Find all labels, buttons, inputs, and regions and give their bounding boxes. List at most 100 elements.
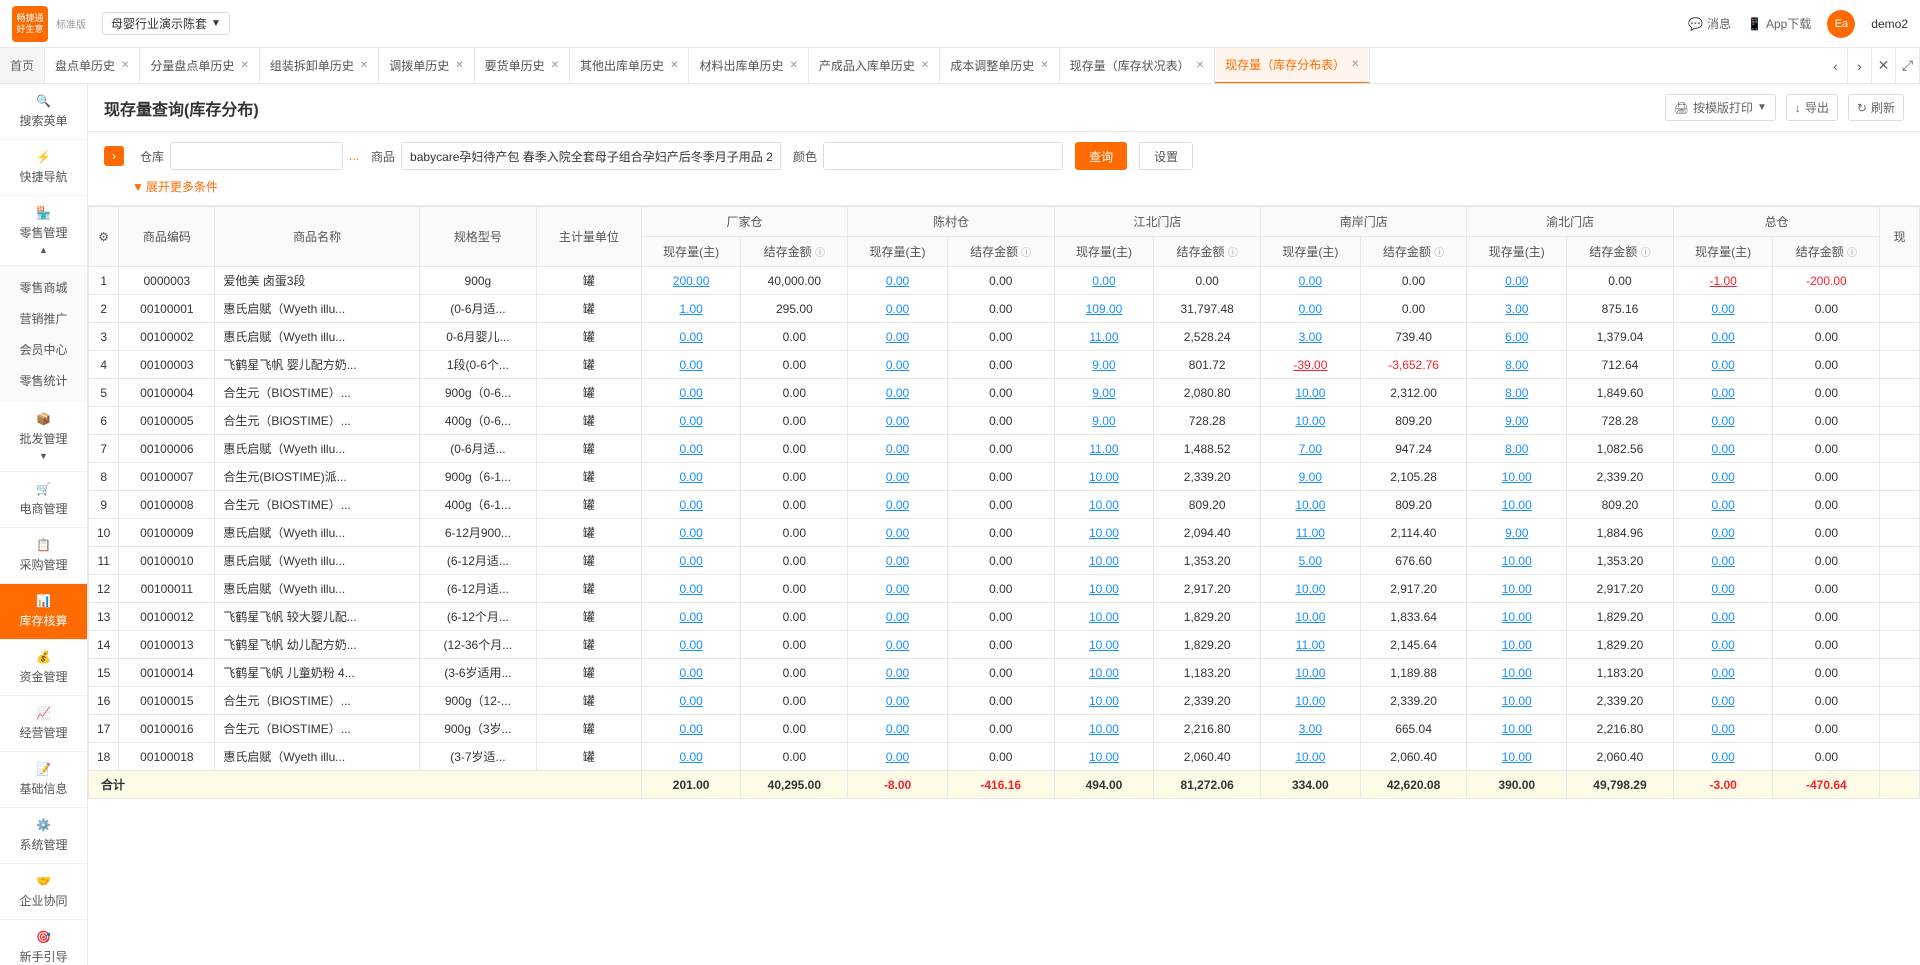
cell-yb-qty[interactable]: 10.00 xyxy=(1467,603,1567,631)
cell-jb-qty[interactable]: 10.00 xyxy=(1054,603,1154,631)
cell-tot-qty[interactable]: 0.00 xyxy=(1673,687,1773,715)
tab-cailiao-chuku[interactable]: 材料出库单历史 ✕ xyxy=(689,48,808,84)
cell-tot-qty[interactable]: 0.00 xyxy=(1673,351,1773,379)
cell-na-qty[interactable]: 5.00 xyxy=(1261,547,1361,575)
cell-jb-qty[interactable]: 11.00 xyxy=(1054,435,1154,463)
cell-jb-qty[interactable]: 11.00 xyxy=(1054,323,1154,351)
cell-yb-qty[interactable]: 10.00 xyxy=(1467,631,1567,659)
cell-tot-qty[interactable]: 0.00 xyxy=(1673,491,1773,519)
cell-yb-qty[interactable]: 8.00 xyxy=(1467,435,1567,463)
cell-yb-qty[interactable]: 10.00 xyxy=(1467,687,1567,715)
cell-cl-qty[interactable]: 0.00 xyxy=(848,687,948,715)
cell-f-qty[interactable]: 0.00 xyxy=(641,323,741,351)
cell-jb-qty[interactable]: 10.00 xyxy=(1054,547,1154,575)
cell-jb-qty[interactable]: 9.00 xyxy=(1054,351,1154,379)
tab-expand-btn[interactable]: ⤢ xyxy=(1896,48,1920,84)
goods-input[interactable] xyxy=(401,142,781,170)
tab-zuze[interactable]: 组装拆卸单历史 ✕ xyxy=(260,48,379,84)
tab-home[interactable]: 首页 xyxy=(0,48,45,84)
tab-prev-btn[interactable]: ‹ xyxy=(1824,48,1848,84)
sidebar-item-retail-stat[interactable]: 零售统计 xyxy=(0,365,87,396)
cell-cl-qty[interactable]: 0.00 xyxy=(848,743,948,771)
cell-tot-qty[interactable]: 0.00 xyxy=(1673,659,1773,687)
app-download-btn[interactable]: 📱 App下载 xyxy=(1747,15,1811,32)
cell-jb-qty[interactable]: 10.00 xyxy=(1054,463,1154,491)
cell-yb-qty[interactable]: 10.00 xyxy=(1467,575,1567,603)
tab-diaobo-close[interactable]: ✕ xyxy=(455,60,463,71)
cell-jb-qty[interactable]: 9.00 xyxy=(1054,407,1154,435)
tab-diaobo[interactable]: 调拨单历史 ✕ xyxy=(379,48,474,84)
tab-chengben-close[interactable]: ✕ xyxy=(1040,60,1048,71)
cell-jb-qty[interactable]: 10.00 xyxy=(1054,687,1154,715)
cell-f-qty[interactable]: 0.00 xyxy=(641,547,741,575)
expand-arrow-btn[interactable]: › xyxy=(104,146,124,166)
cell-cl-qty[interactable]: 0.00 xyxy=(848,435,948,463)
cell-na-qty[interactable]: 9.00 xyxy=(1261,463,1361,491)
color-input[interactable] xyxy=(823,142,1063,170)
cell-f-qty[interactable]: 0.00 xyxy=(641,519,741,547)
cell-tot-qty[interactable]: 0.00 xyxy=(1673,295,1773,323)
sidebar-item-system[interactable]: ⚙️ 系统管理 xyxy=(0,808,87,864)
cell-yb-qty[interactable]: 10.00 xyxy=(1467,491,1567,519)
cell-f-qty[interactable]: 0.00 xyxy=(641,687,741,715)
cell-cl-qty[interactable]: 0.00 xyxy=(848,491,948,519)
cell-na-qty[interactable]: 10.00 xyxy=(1261,743,1361,771)
cell-tot-qty[interactable]: 0.00 xyxy=(1673,407,1773,435)
cell-tot-qty[interactable]: 0.00 xyxy=(1673,715,1773,743)
search-button[interactable]: 查询 xyxy=(1075,142,1127,170)
cell-na-qty[interactable]: 10.00 xyxy=(1261,687,1361,715)
tab-pandian-close[interactable]: ✕ xyxy=(121,60,129,71)
cell-na-qty[interactable]: 10.00 xyxy=(1261,491,1361,519)
tab-xiancun-fen[interactable]: 现存量（库存分布表） ✕ xyxy=(1215,48,1370,84)
sidebar-item-operation[interactable]: 📈 经营管理 xyxy=(0,696,87,752)
cell-tot-qty[interactable]: 0.00 xyxy=(1673,575,1773,603)
cell-na-qty[interactable]: 3.00 xyxy=(1261,323,1361,351)
sidebar-item-guide[interactable]: 🎯 新手引导 xyxy=(0,920,87,965)
cell-na-qty[interactable]: 10.00 xyxy=(1261,575,1361,603)
cell-cl-qty[interactable]: 0.00 xyxy=(848,407,948,435)
cell-yb-qty[interactable]: 10.00 xyxy=(1467,547,1567,575)
tab-next-btn[interactable]: › xyxy=(1848,48,1872,84)
warehouse-dots-btn[interactable]: ... xyxy=(349,149,359,163)
sidebar-item-wholesale[interactable]: 📦 批发管理 ▼ xyxy=(0,402,87,472)
cell-jb-qty[interactable]: 10.00 xyxy=(1054,743,1154,771)
cell-na-qty[interactable]: 10.00 xyxy=(1261,379,1361,407)
tab-fen-pandian[interactable]: 分量盘点单历史 ✕ xyxy=(140,48,259,84)
cell-tot-qty[interactable]: 0.00 xyxy=(1673,547,1773,575)
tab-xiancun-fen-close[interactable]: ✕ xyxy=(1351,59,1359,70)
cell-tot-qty[interactable]: -1.00 xyxy=(1673,267,1773,295)
cell-cl-qty[interactable]: 0.00 xyxy=(848,295,948,323)
cell-na-qty[interactable]: 3.00 xyxy=(1261,715,1361,743)
sidebar-item-member[interactable]: 会员中心 xyxy=(0,334,87,365)
sidebar-item-finance[interactable]: 💰 资金管理 xyxy=(0,640,87,696)
cell-na-qty[interactable]: 7.00 xyxy=(1261,435,1361,463)
cell-na-qty[interactable]: 10.00 xyxy=(1261,659,1361,687)
cell-na-qty[interactable]: 0.00 xyxy=(1261,267,1361,295)
cell-yb-qty[interactable]: 10.00 xyxy=(1467,715,1567,743)
cell-f-qty[interactable]: 0.00 xyxy=(641,603,741,631)
cell-cl-qty[interactable]: 0.00 xyxy=(848,715,948,743)
tab-yaohuo[interactable]: 要货单历史 ✕ xyxy=(475,48,570,84)
cell-f-qty[interactable]: 0.00 xyxy=(641,715,741,743)
sidebar-item-retail[interactable]: 🏪 零售管理 ▲ xyxy=(0,196,87,266)
cell-na-qty[interactable]: 11.00 xyxy=(1261,631,1361,659)
cell-cl-qty[interactable]: 0.00 xyxy=(848,547,948,575)
cell-tot-qty[interactable]: 0.00 xyxy=(1673,435,1773,463)
user-avatar[interactable]: Ea xyxy=(1827,10,1855,38)
sidebar-item-quicknav[interactable]: ⚡ 快捷导航 xyxy=(0,140,87,196)
cell-f-qty[interactable]: 200.00 xyxy=(641,267,741,295)
sidebar-item-basic[interactable]: 📝 基础信息 xyxy=(0,752,87,808)
tab-qita-chuku[interactable]: 其他出库单历史 ✕ xyxy=(570,48,689,84)
cell-f-qty[interactable]: 0.00 xyxy=(641,435,741,463)
sidebar-item-inventory[interactable]: 📊 库存核算 xyxy=(0,584,87,640)
sidebar-item-search[interactable]: 🔍 搜索英单 xyxy=(0,84,87,140)
sidebar-item-purchase[interactable]: 📋 采购管理 xyxy=(0,528,87,584)
cell-yb-qty[interactable]: 10.00 xyxy=(1467,463,1567,491)
cell-f-qty[interactable]: 0.00 xyxy=(641,463,741,491)
cell-tot-qty[interactable]: 0.00 xyxy=(1673,519,1773,547)
cell-yb-qty[interactable]: 0.00 xyxy=(1467,267,1567,295)
cell-cl-qty[interactable]: 0.00 xyxy=(848,463,948,491)
cell-cl-qty[interactable]: 0.00 xyxy=(848,519,948,547)
cell-jb-qty[interactable]: 10.00 xyxy=(1054,715,1154,743)
tab-fen-pandian-close[interactable]: ✕ xyxy=(240,60,248,71)
